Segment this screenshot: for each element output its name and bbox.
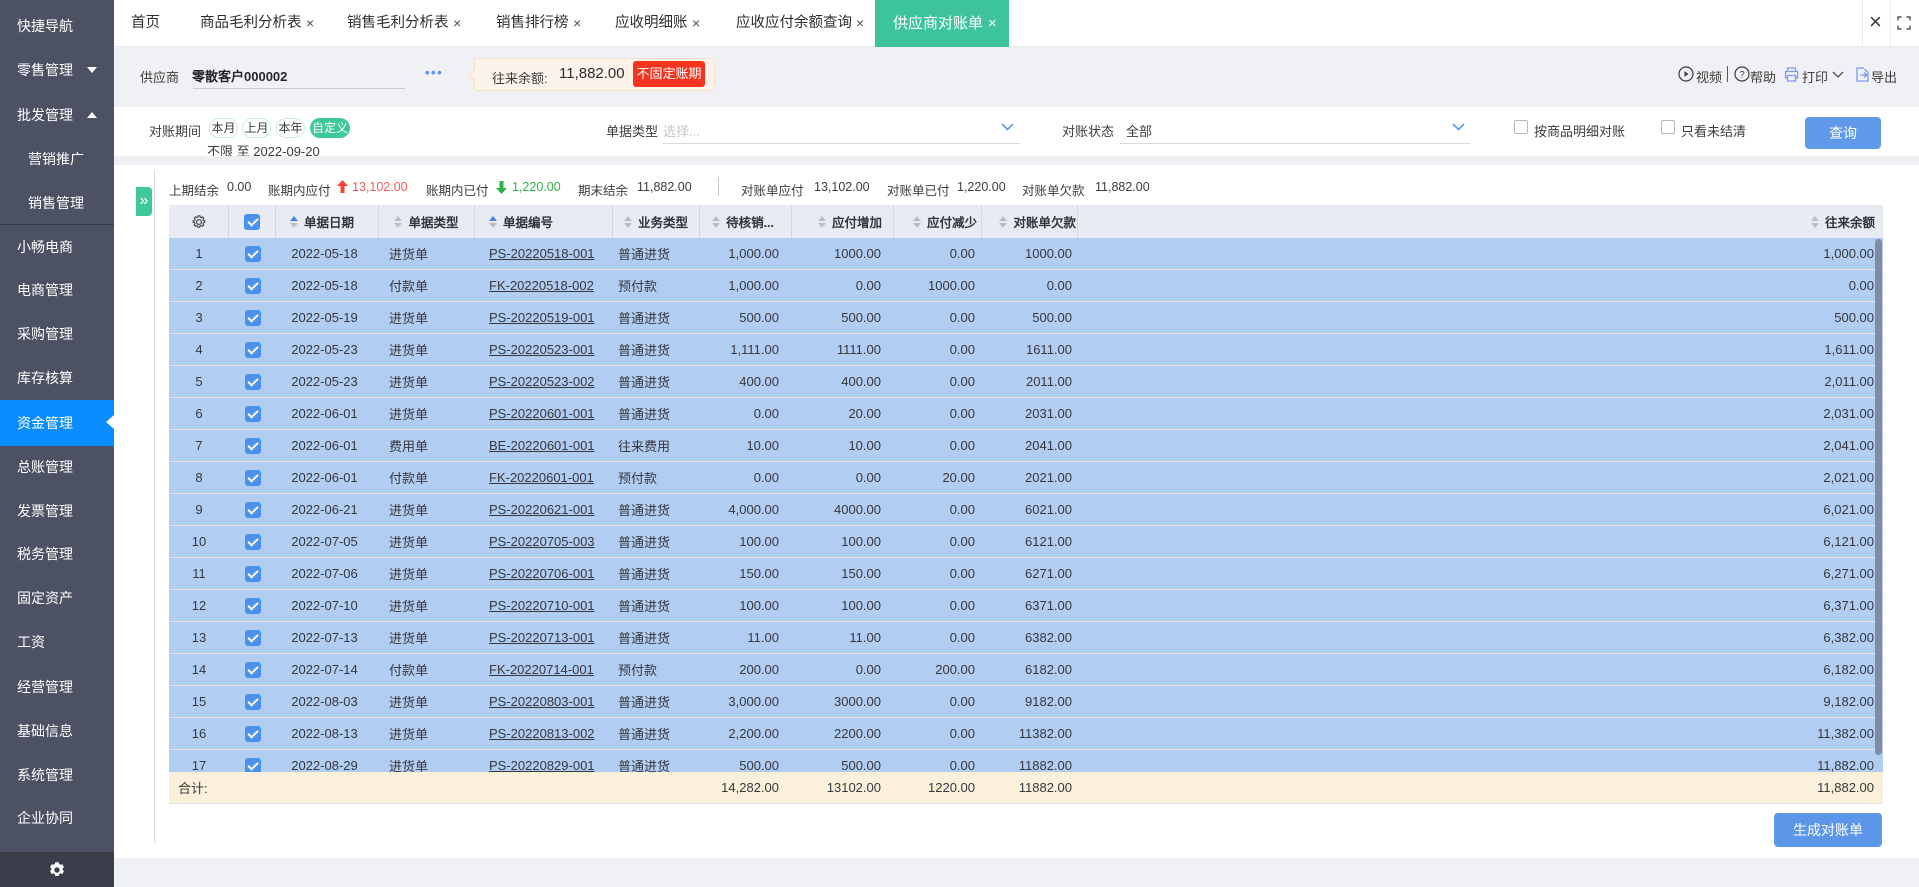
svg-text:?: ? — [1739, 70, 1744, 81]
